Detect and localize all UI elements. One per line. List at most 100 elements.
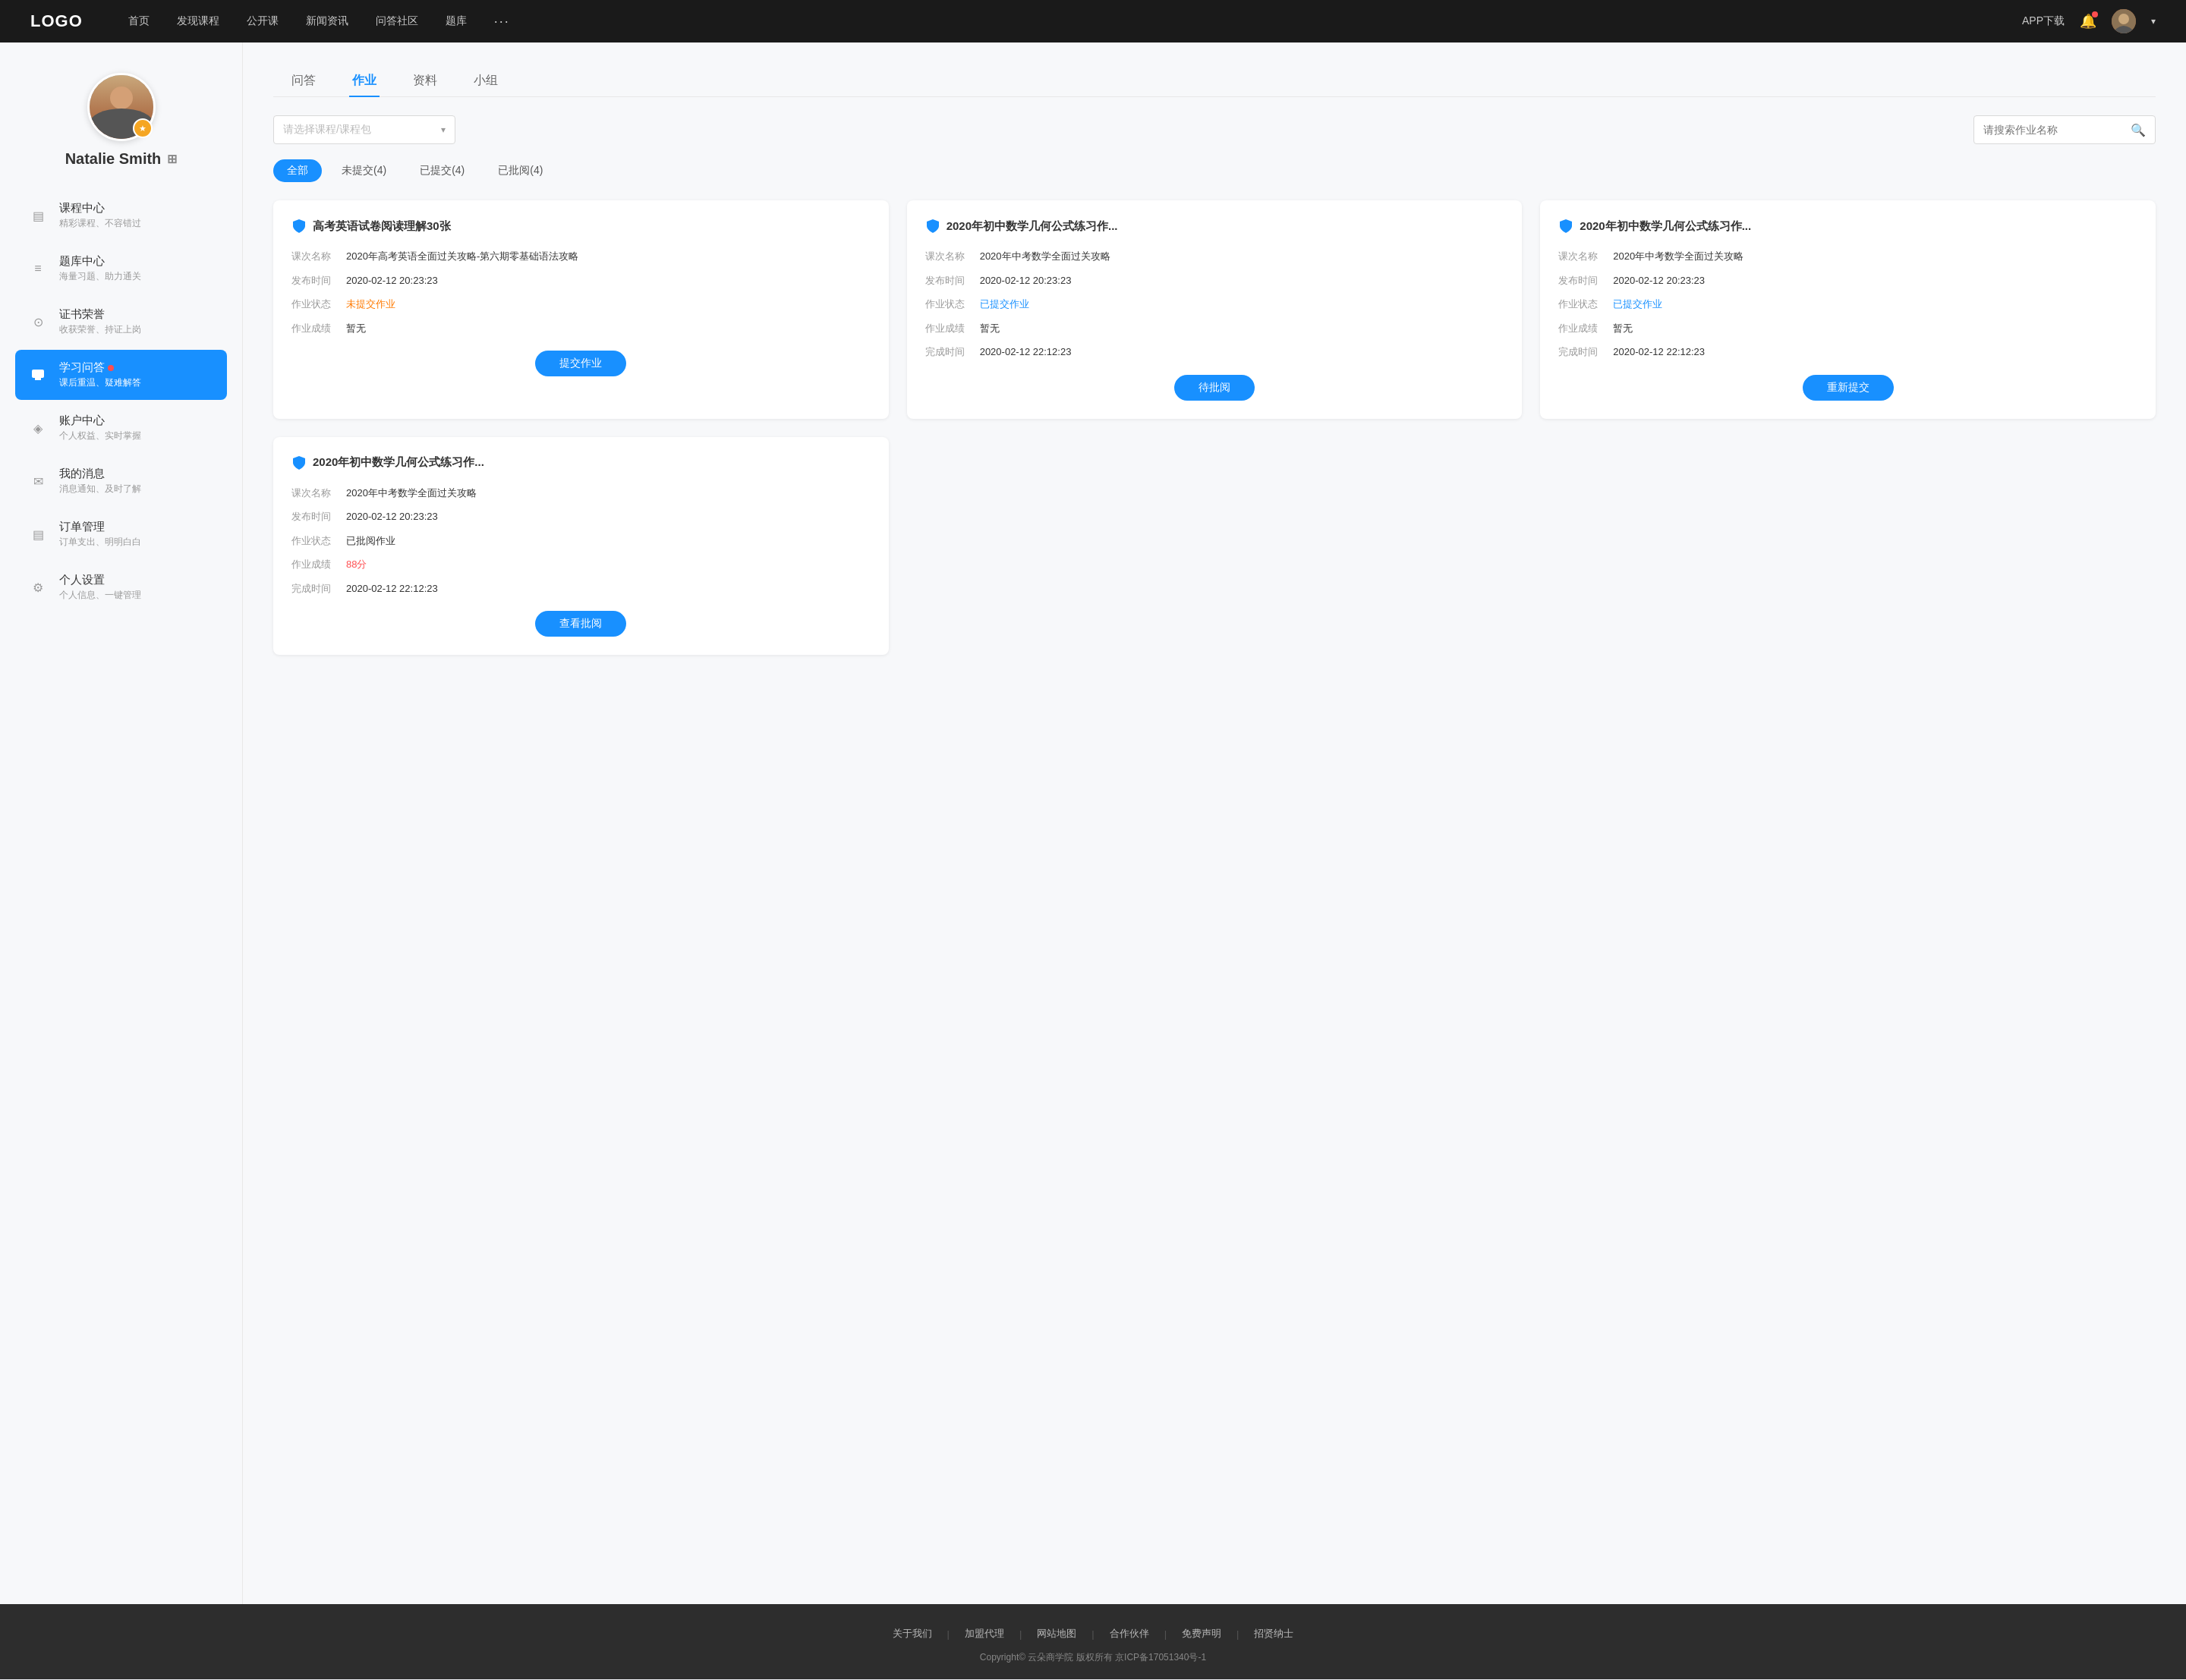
username-text: Natalie Smith [65, 150, 162, 168]
footer-link-franchise[interactable]: 加盟代理 [950, 1627, 1019, 1641]
tab-group[interactable]: 小组 [455, 65, 516, 96]
sidebar-menu: ▤ 课程中心 精彩课程、不容错过 ≡ 题库中心 海量习题、助力通关 ⊙ 证书荣誉 [15, 190, 227, 612]
footer-link-about[interactable]: 关于我们 [877, 1627, 947, 1641]
hw3-publish-field: 发布时间 2020-02-12 20:23:23 [1558, 273, 2137, 288]
sidebar-item-course-center[interactable]: ▤ 课程中心 精彩课程、不容错过 [15, 190, 227, 241]
sidebar-avatar-wrap: ★ [87, 73, 156, 141]
homework-card-2: 2020年初中数学几何公式练习作... 课次名称 2020年中考数学全面过关攻略… [907, 200, 1523, 419]
homework-card-4: 2020年初中数学几何公式练习作... 课次名称 2020年中考数学全面过关攻略… [273, 437, 889, 656]
hw3-complete-field: 完成时间 2020-02-12 22:12:23 [1558, 344, 2137, 360]
page-layout: ★ Natalie Smith ⊞ ▤ 课程中心 精彩课程、不容错过 ≡ [0, 42, 2186, 1604]
sidebar-item-settings[interactable]: ⚙ 个人设置 个人信息、一键管理 [15, 562, 227, 612]
sidebar-item-certificate[interactable]: ⊙ 证书荣誉 收获荣誉、持证上岗 [15, 297, 227, 347]
tab-material[interactable]: 资料 [395, 65, 455, 96]
course-filter-select[interactable]: 请选择课程/课程包 ▾ [273, 115, 455, 144]
hw3-btn-wrap: 重新提交 [1558, 375, 2137, 401]
hw2-pending-review-button[interactable]: 待批阅 [1174, 375, 1255, 401]
status-tab-all[interactable]: 全部 [273, 159, 322, 182]
sidebar-item-learning-qa[interactable]: 学习问答 课后重温、疑难解答 [15, 350, 227, 400]
footer-links: 关于我们 | 加盟代理 | 网站地图 | 合作伙伴 | 免费声明 | 招贤纳士 [30, 1627, 2156, 1641]
footer-link-partner[interactable]: 合作伙伴 [1095, 1627, 1164, 1641]
status-tab-submitted[interactable]: 已提交(4) [406, 159, 478, 182]
settings-sub: 个人信息、一键管理 [59, 589, 215, 602]
settings-icon: ⚙ [27, 577, 49, 598]
course-center-icon: ▤ [27, 205, 49, 226]
header-dropdown-arrow[interactable]: ▾ [2151, 16, 2156, 27]
status-tab-reviewed[interactable]: 已批阅(4) [484, 159, 556, 182]
hw3-shield-icon [1558, 219, 1573, 234]
hw1-course-field: 课次名称 2020年高考英语全面过关攻略-第六期零基础语法攻略 [291, 249, 871, 264]
hw2-btn-wrap: 待批阅 [925, 375, 1504, 401]
hw2-shield-icon [925, 219, 940, 234]
footer-link-disclaimer[interactable]: 免费声明 [1167, 1627, 1236, 1641]
status-tab-unsubmitted[interactable]: 未提交(4) [328, 159, 400, 182]
hw4-view-review-button[interactable]: 查看批阅 [535, 611, 626, 637]
footer-link-sitemap[interactable]: 网站地图 [1022, 1627, 1091, 1641]
nav-discover-courses[interactable]: 发现课程 [177, 14, 219, 28]
certificate-icon: ⊙ [27, 311, 49, 332]
nav-question-bank[interactable]: 题库 [446, 14, 467, 28]
learning-qa-sub: 课后重温、疑难解答 [59, 376, 215, 389]
homework-card-3: 2020年初中数学几何公式练习作... 课次名称 2020年中考数学全面过关攻略… [1540, 200, 2156, 419]
nav-news[interactable]: 新闻资讯 [306, 14, 348, 28]
qr-code-icon[interactable]: ⊞ [167, 152, 177, 166]
hw2-status-field: 作业状态 已提交作业 [925, 297, 1504, 312]
hw4-publish-field: 发布时间 2020-02-12 20:23:23 [291, 509, 871, 524]
hw2-title: 2020年初中数学几何公式练习作... [925, 219, 1504, 234]
account-center-sub: 个人权益、实时掌握 [59, 429, 215, 442]
notification-bell[interactable]: 🔔 [2080, 13, 2096, 30]
svg-point-1 [2118, 14, 2129, 24]
logo[interactable]: LOGO [30, 11, 83, 31]
sidebar-item-question-bank[interactable]: ≡ 题库中心 海量习题、助力通关 [15, 244, 227, 294]
hw1-status-field: 作业状态 未提交作业 [291, 297, 871, 312]
hw4-course-field: 课次名称 2020年中考数学全面过关攻略 [291, 486, 871, 501]
certificate-sub: 收获荣誉、持证上岗 [59, 323, 215, 336]
sidebar-item-orders[interactable]: ▤ 订单管理 订单支出、明明白白 [15, 509, 227, 559]
footer-link-recruit[interactable]: 招贤纳士 [1239, 1627, 1309, 1641]
tab-homework[interactable]: 作业 [334, 65, 395, 96]
account-center-icon: ◈ [27, 417, 49, 439]
hw1-submit-button[interactable]: 提交作业 [535, 351, 626, 376]
hw1-publish-field: 发布时间 2020-02-12 20:23:23 [291, 273, 871, 288]
hw4-complete-field: 完成时间 2020-02-12 22:12:23 [291, 581, 871, 596]
homework-grid: 高考英语试卷阅读理解30张 课次名称 2020年高考英语全面过关攻略-第六期零基… [273, 200, 2156, 655]
learning-qa-title: 学习问答 [59, 360, 215, 375]
footer-copyright: Copyright© 云朵商学院 版权所有 京ICP备17051340号-1 [30, 1651, 2156, 1664]
bell-notification-dot [2092, 11, 2098, 17]
filter-bar: 请选择课程/课程包 ▾ 🔍 [273, 115, 2156, 144]
settings-text: 个人设置 个人信息、一键管理 [59, 573, 215, 602]
avatar[interactable] [2112, 9, 2136, 33]
hw2-publish-field: 发布时间 2020-02-12 20:23:23 [925, 273, 1504, 288]
hw1-shield-icon [291, 219, 307, 234]
hw2-course-field: 课次名称 2020年中考数学全面过关攻略 [925, 249, 1504, 264]
nav-more[interactable]: ··· [494, 14, 510, 30]
sidebar-item-messages[interactable]: ✉ 我的消息 消息通知、及时了解 [15, 456, 227, 506]
sidebar-profile: ★ Natalie Smith ⊞ [15, 73, 227, 168]
hw3-resubmit-button[interactable]: 重新提交 [1803, 375, 1894, 401]
nav-open-course[interactable]: 公开课 [247, 14, 279, 28]
hw2-score-field: 作业成绩 暂无 [925, 321, 1504, 336]
settings-title: 个人设置 [59, 573, 215, 587]
status-tabs: 全部 未提交(4) 已提交(4) 已批阅(4) [273, 159, 2156, 182]
certificate-title: 证书荣誉 [59, 307, 215, 322]
nav-qa-community[interactable]: 问答社区 [376, 14, 418, 28]
nav-home[interactable]: 首页 [128, 14, 150, 28]
app-download-link[interactable]: APP下载 [2022, 14, 2065, 28]
tab-qa[interactable]: 问答 [273, 65, 334, 96]
hw1-btn-wrap: 提交作业 [291, 351, 871, 376]
sidebar-item-account-center[interactable]: ◈ 账户中心 个人权益、实时掌握 [15, 403, 227, 453]
hw4-status-field: 作业状态 已批阅作业 [291, 533, 871, 549]
main-content: 问答 作业 资料 小组 请选择课程/课程包 ▾ 🔍 全部 未提交(4) 已提交(… [243, 42, 2186, 1604]
search-input[interactable] [1983, 124, 2131, 136]
avatar-image [2112, 9, 2136, 33]
hw3-title: 2020年初中数学几何公式练习作... [1558, 219, 2137, 234]
learning-qa-dot [108, 365, 114, 371]
account-center-text: 账户中心 个人权益、实时掌握 [59, 414, 215, 442]
hw2-complete-field: 完成时间 2020-02-12 22:12:23 [925, 344, 1504, 360]
messages-text: 我的消息 消息通知、及时了解 [59, 467, 215, 496]
hw3-status-field: 作业状态 已提交作业 [1558, 297, 2137, 312]
header: LOGO 首页 发现课程 公开课 新闻资讯 问答社区 题库 ··· APP下载 … [0, 0, 2186, 42]
orders-text: 订单管理 订单支出、明明白白 [59, 520, 215, 549]
course-center-title: 课程中心 [59, 201, 215, 216]
certificate-text: 证书荣誉 收获荣誉、持证上岗 [59, 307, 215, 336]
